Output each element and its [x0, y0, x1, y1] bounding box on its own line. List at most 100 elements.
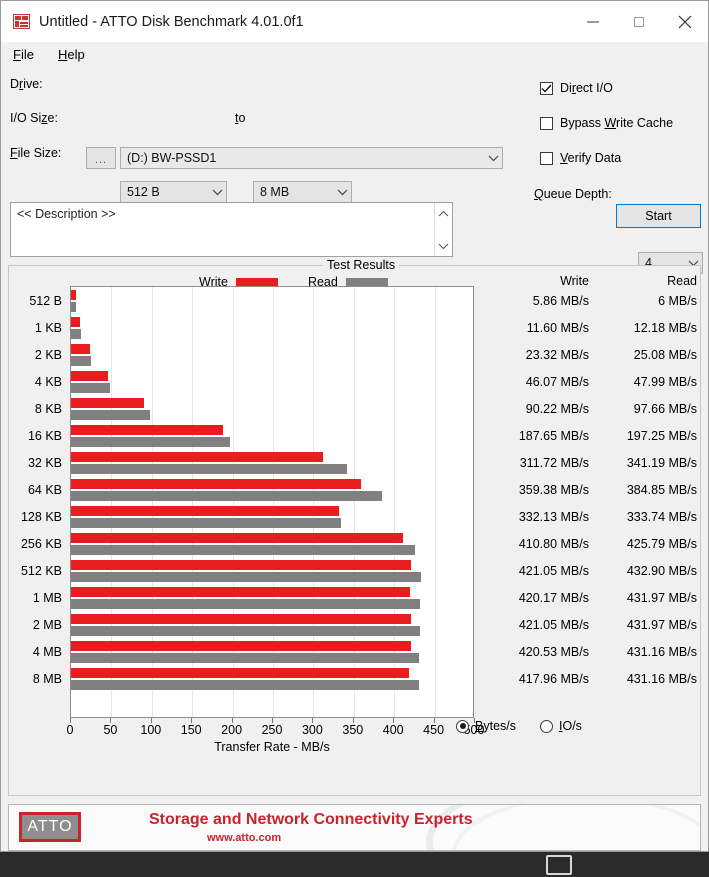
direct-io-checkbox-row[interactable]: Direct I/O: [540, 81, 613, 95]
chart-bar-pair: [71, 370, 473, 397]
chart-bar-pair: [71, 478, 473, 505]
cell-write: 46.07 MB/s: [525, 375, 589, 389]
cell-write: 421.05 MB/s: [518, 618, 589, 632]
chart-bar-pair: [71, 586, 473, 613]
chart-bar-pair: [71, 343, 473, 370]
cell-read: 97.66 MB/s: [633, 402, 697, 416]
table-row: 11.60 MB/s 12.18 MB/s: [487, 315, 703, 342]
atto-banner: ATTO Storage and Network Connectivity Ex…: [8, 804, 701, 851]
drive-select[interactable]: (D:) BW-PSSD1: [120, 147, 503, 169]
table-row: 359.38 MB/s 384.85 MB/s: [487, 477, 703, 504]
maximize-button[interactable]: [616, 1, 662, 42]
chart-category-label: 1 MB: [32, 591, 62, 605]
bytes-per-second-radio-item[interactable]: Bytes/s: [456, 719, 516, 733]
drive-label: Drive:: [10, 77, 43, 91]
cell-write: 187.65 MB/s: [518, 429, 589, 443]
table-row: 332.13 MB/s 333.74 MB/s: [487, 504, 703, 531]
cell-write: 5.86 MB/s: [532, 294, 589, 308]
cell-write: 410.80 MB/s: [518, 537, 589, 551]
io-size-to-label: to: [235, 111, 246, 125]
chart-category-label: 256 KB: [20, 537, 62, 551]
chart-bar-pair: [71, 451, 473, 478]
atto-logo-text: ATTO: [27, 818, 73, 835]
atto-disk-benchmark-window: Untitled - ATTO Disk Benchmark 4.01.0f1 …: [0, 0, 709, 852]
menu-help[interactable]: Help: [56, 45, 95, 64]
cell-read: 432.90 MB/s: [626, 564, 697, 578]
x-tick-label: 150: [180, 723, 202, 737]
cell-write: 420.17 MB/s: [518, 591, 589, 605]
chevron-down-icon: [208, 189, 226, 196]
column-header-read: Read: [667, 274, 697, 288]
table-row: 421.05 MB/s 432.90 MB/s: [487, 558, 703, 585]
chart-bar-pair: [71, 532, 473, 559]
direct-io-checkbox[interactable]: [540, 81, 553, 95]
minimize-button[interactable]: [570, 1, 616, 42]
bar-read: [71, 545, 416, 555]
bar-write: [71, 479, 362, 489]
chart-x-axis-title: Transfer Rate - MB/s: [214, 740, 330, 754]
scroll-down-icon[interactable]: [438, 239, 449, 253]
table-row: 420.53 MB/s 431.16 MB/s: [487, 639, 703, 666]
chart-bars: [71, 289, 473, 694]
io-per-second-label: IO/s: [559, 719, 582, 733]
bar-read: [71, 653, 420, 663]
window-title: Untitled - ATTO Disk Benchmark 4.01.0f1: [39, 13, 304, 30]
description-scrollbar[interactable]: [434, 203, 452, 256]
chart-bar-pair: [71, 505, 473, 532]
x-tick-label: 100: [140, 723, 162, 737]
bar-read: [71, 680, 420, 690]
menu-file-rest: ile: [20, 46, 34, 62]
bypass-write-cache-checkbox[interactable]: [540, 116, 553, 130]
verify-data-checkbox[interactable]: [540, 151, 553, 165]
bar-write: [71, 398, 144, 408]
description-text[interactable]: << Description >>: [11, 203, 434, 256]
bytes-per-second-radio[interactable]: [456, 719, 469, 733]
bar-write: [71, 290, 76, 300]
chevron-down-icon: [484, 155, 502, 162]
chart-bar-pair: [71, 397, 473, 424]
cell-write: 332.13 MB/s: [518, 510, 589, 524]
bar-read: [71, 626, 421, 636]
io-per-second-radio[interactable]: [540, 719, 553, 733]
table-row: 187.65 MB/s 197.25 MB/s: [487, 423, 703, 450]
cell-read: 431.97 MB/s: [626, 591, 697, 605]
description-row: << Description >> Start: [1, 202, 708, 265]
io-size-from-select[interactable]: 512 B: [120, 181, 227, 203]
bar-read: [71, 383, 110, 393]
bar-write: [71, 614, 412, 624]
chart-bar-pair: [71, 424, 473, 451]
drive-value: (D:) BW-PSSD1: [127, 151, 217, 165]
scroll-up-icon[interactable]: [438, 206, 449, 220]
cell-write: 311.72 MB/s: [519, 456, 589, 470]
bar-read: [71, 464, 347, 474]
io-per-second-radio-item[interactable]: IO/s: [540, 719, 582, 733]
taskbar-app-icon[interactable]: [546, 855, 572, 875]
chart-bar-pair: [71, 613, 473, 640]
cell-write: 23.32 MB/s: [525, 348, 589, 362]
description-box[interactable]: << Description >>: [10, 202, 453, 257]
cell-read: 431.97 MB/s: [626, 618, 697, 632]
bar-write: [71, 560, 412, 570]
cell-read: 431.16 MB/s: [626, 672, 697, 686]
bar-read: [71, 410, 150, 420]
table-row: 311.72 MB/s 341.19 MB/s: [487, 450, 703, 477]
cell-write: 417.96 MB/s: [518, 672, 589, 686]
io-size-to-select[interactable]: 8 MB: [253, 181, 352, 203]
table-row: 410.80 MB/s 425.79 MB/s: [487, 531, 703, 558]
chart-category-label: 128 KB: [20, 510, 62, 524]
cell-write: 359.38 MB/s: [518, 483, 589, 497]
start-button[interactable]: Start: [616, 204, 701, 228]
close-button[interactable]: [662, 1, 708, 42]
bar-read: [71, 302, 76, 312]
bar-write: [71, 452, 323, 462]
drive-browse-button[interactable]: ...: [86, 147, 116, 169]
bypass-write-cache-checkbox-row[interactable]: Bypass Write Cache: [540, 116, 673, 130]
chart-category-label: 4 MB: [32, 645, 62, 659]
table-row: 417.96 MB/s 431.16 MB/s: [487, 666, 703, 693]
benchmark-chart: [70, 286, 476, 718]
verify-data-checkbox-row[interactable]: Verify Data: [540, 151, 621, 165]
io-size-label: I/O Size:: [10, 111, 58, 125]
bar-write: [71, 425, 223, 435]
menu-file[interactable]: File: [11, 45, 44, 64]
chart-bar-pair: [71, 289, 473, 316]
